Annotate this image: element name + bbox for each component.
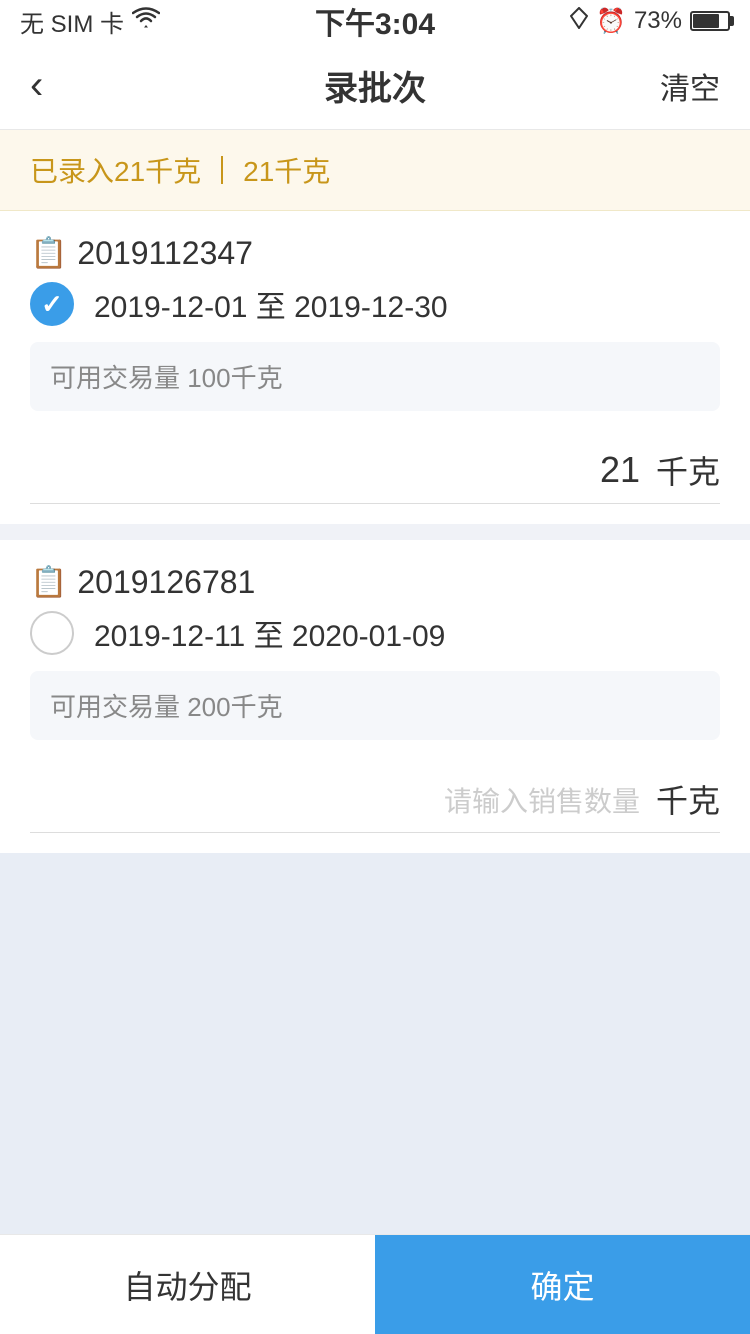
auto-distribute-button[interactable]: 自动分配: [0, 1235, 375, 1334]
status-bar-time: 下午3:04: [315, 0, 435, 43]
batch-date-2: 2019-12-11 至 2020-01-09: [94, 611, 445, 655]
status-bar-left: 无 SIM 卡: [20, 4, 160, 39]
nav-bar: ‹ 录批次 清空: [0, 42, 750, 130]
status-bar-right: ⏰ 73%: [570, 7, 730, 36]
back-button[interactable]: ‹: [30, 63, 90, 108]
alarm-icon: ⏰: [596, 7, 626, 36]
section-divider: [0, 524, 750, 540]
input-section-2: 千克: [0, 756, 750, 853]
battery-percent: 73%: [634, 7, 682, 35]
page-title: 录批次: [324, 61, 426, 110]
doc-icon-2: 📋: [30, 565, 67, 600]
batch-id-1: 2019112347: [77, 235, 253, 272]
location-icon: [570, 7, 588, 36]
status-bar: 无 SIM 卡 下午3:04 ⏰ 73%: [0, 0, 750, 42]
doc-icon-1: 📋: [30, 236, 67, 271]
bottom-buttons: 自动分配 确定: [0, 1234, 750, 1334]
batch-card-2: 📋 2019126781 2019-12-11 至 2020-01-09 可用交…: [0, 540, 750, 853]
bottom-area: [0, 853, 750, 1253]
sim-status: 无 SIM 卡: [20, 4, 124, 39]
batch-date-1: 2019-12-01 至 2019-12-30: [94, 282, 448, 326]
available-qty-1: 可用交易量 100千克: [30, 342, 720, 411]
already-recorded-label: 已录入21千克: [30, 150, 201, 190]
info-bar-divider: [221, 156, 223, 184]
clear-button[interactable]: 清空: [660, 64, 720, 108]
qty-input-2[interactable]: [440, 778, 640, 820]
batch-checkbox-2[interactable]: [30, 611, 74, 655]
qty-unit-1: 千克: [656, 447, 720, 493]
batch-id-2: 2019126781: [77, 564, 255, 601]
recorded-value: 21千克: [243, 150, 330, 190]
qty-input-1[interactable]: [440, 449, 640, 491]
info-bar: 已录入21千克 21千克: [0, 130, 750, 211]
batch-card-1: 📋 2019112347 2019-12-01 至 2019-12-30 可用交…: [0, 211, 750, 524]
wifi-icon: [132, 7, 160, 36]
confirm-button[interactable]: 确定: [375, 1235, 750, 1334]
battery-icon: [690, 11, 730, 31]
qty-unit-2: 千克: [656, 776, 720, 822]
available-qty-2: 可用交易量 200千克: [30, 671, 720, 740]
batch-checkbox-1[interactable]: [30, 282, 74, 326]
input-section-1: 千克: [0, 427, 750, 524]
